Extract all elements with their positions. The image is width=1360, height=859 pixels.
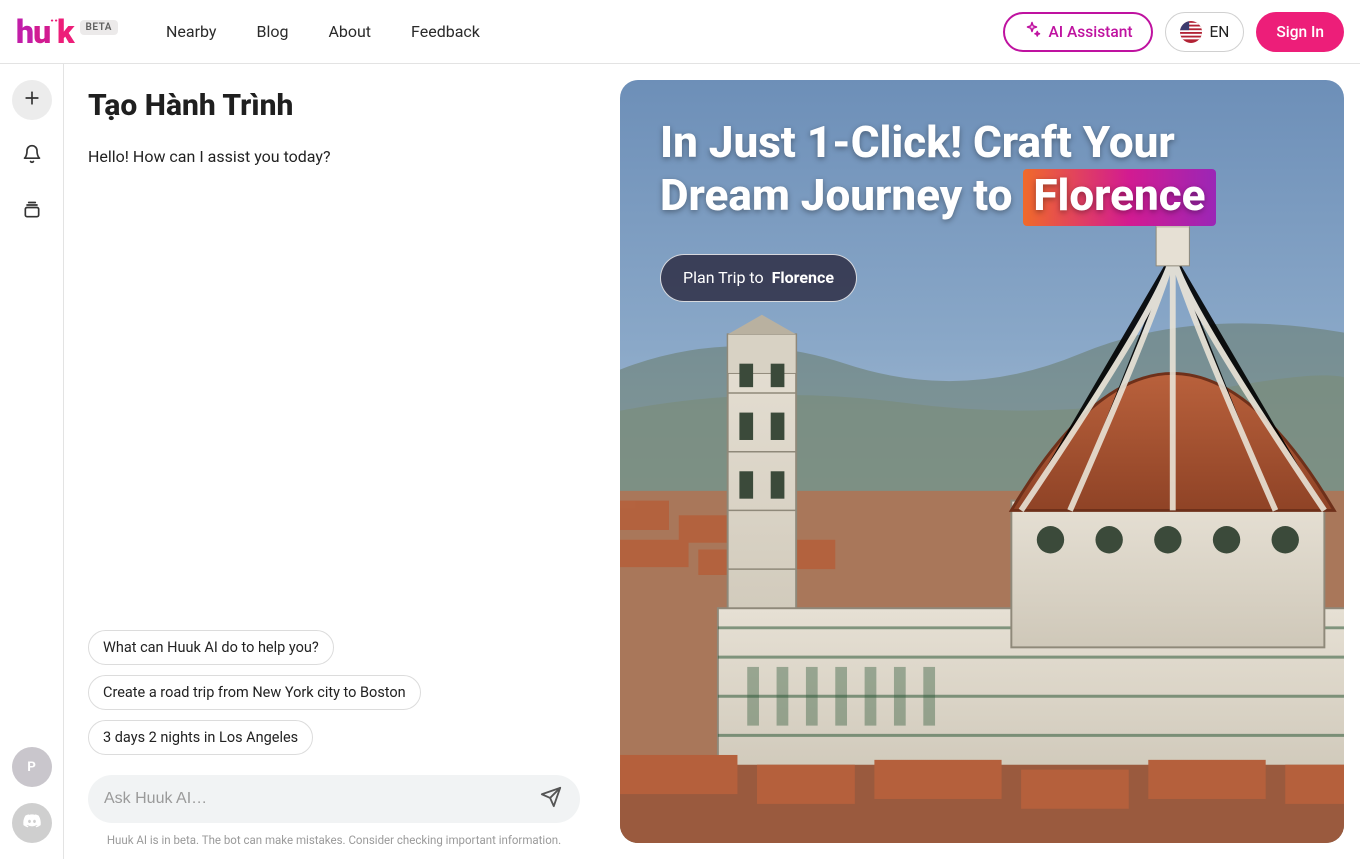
hero-highlight: Florence	[1023, 169, 1215, 226]
bell-icon	[22, 144, 42, 168]
app-shell: P Tạo Hành Trình Hello! How can I assist…	[0, 64, 1360, 859]
chat-pane: Tạo Hành Trình Hello! How can I assist y…	[64, 64, 604, 859]
beta-badge: BETA	[80, 20, 118, 35]
ai-assistant-label: AI Assistant	[1049, 23, 1133, 41]
notifications-button[interactable]	[12, 136, 52, 176]
logo[interactable]: hu¨k BETA	[16, 16, 118, 48]
discord-icon	[22, 811, 42, 835]
side-rail: P	[0, 64, 64, 859]
suggestion-chip[interactable]: 3 days 2 nights in Los Angeles	[88, 720, 313, 755]
logo-text: hu¨k	[16, 16, 74, 48]
stack-icon	[22, 200, 42, 224]
add-button[interactable]	[12, 80, 52, 120]
sparkle-icon	[1023, 21, 1041, 43]
profile-initial: P	[27, 760, 36, 775]
hero-content: In Just 1-Click! Craft Your Dream Journe…	[620, 80, 1344, 338]
profile-button[interactable]: P	[12, 747, 52, 787]
nav-nearby[interactable]: Nearby	[166, 22, 217, 41]
collections-button[interactable]	[12, 192, 52, 232]
chat-input[interactable]	[102, 789, 536, 809]
nav-blog[interactable]: Blog	[256, 22, 288, 41]
suggestion-chip[interactable]: Create a road trip from New York city to…	[88, 675, 421, 710]
ai-assistant-button[interactable]: AI Assistant	[1003, 12, 1153, 52]
nav-feedback[interactable]: Feedback	[411, 22, 480, 41]
hero-headline: In Just 1-Click! Craft Your Dream Journe…	[660, 116, 1300, 226]
assistant-greeting: Hello! How can I assist you today?	[88, 147, 580, 166]
flag-us-icon	[1180, 21, 1202, 43]
page-title: Tạo Hành Trình	[88, 88, 580, 123]
disclaimer-text: Huuk AI is in beta. The bot can make mis…	[88, 833, 580, 847]
hero-pane: In Just 1-Click! Craft Your Dream Journe…	[604, 64, 1360, 859]
nav-about[interactable]: About	[328, 22, 371, 41]
chat-input-row	[88, 775, 580, 823]
send-button[interactable]	[536, 786, 566, 812]
suggestion-chips: What can Huuk AI do to help you? Create …	[88, 630, 580, 755]
header: hu¨k BETA Nearby Blog About Feedback AI …	[0, 0, 1360, 64]
plan-trip-destination: Florence	[772, 268, 834, 287]
language-label: EN	[1210, 23, 1230, 41]
suggestion-chip[interactable]: What can Huuk AI do to help you?	[88, 630, 334, 665]
send-icon	[540, 797, 562, 812]
sign-in-button[interactable]: Sign In	[1256, 12, 1344, 52]
plan-trip-prefix: Plan Trip to	[683, 268, 764, 287]
hero-card: In Just 1-Click! Craft Your Dream Journe…	[620, 80, 1344, 843]
language-switch[interactable]: EN	[1165, 12, 1245, 52]
discord-button[interactable]	[12, 803, 52, 843]
plus-icon	[22, 88, 42, 112]
header-actions: AI Assistant EN Sign In	[1003, 12, 1345, 52]
primary-nav: Nearby Blog About Feedback	[166, 22, 480, 41]
plan-trip-button[interactable]: Plan Trip to Florence	[660, 254, 857, 302]
